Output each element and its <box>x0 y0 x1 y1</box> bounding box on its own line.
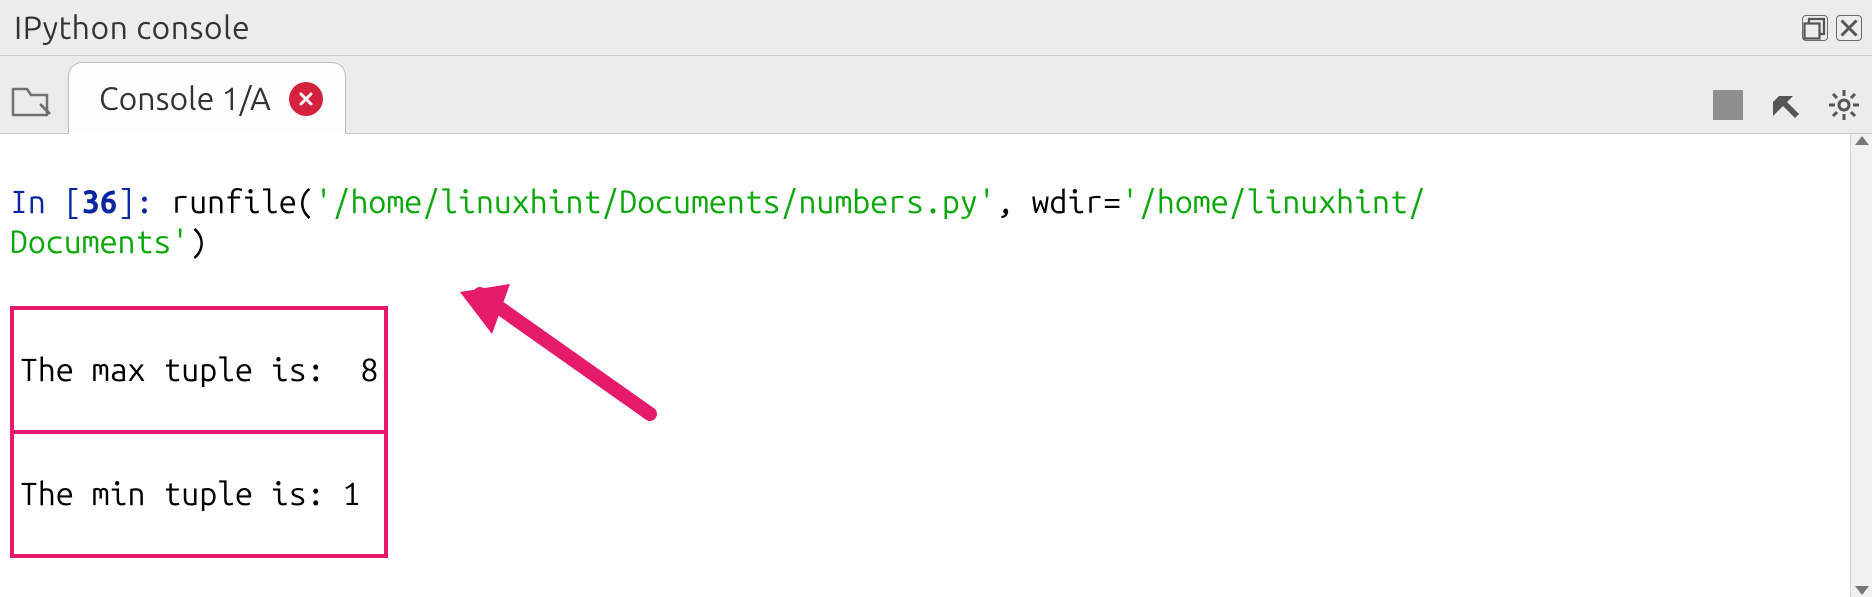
vertical-scrollbar[interactable] <box>1850 134 1872 597</box>
panel-title-bar: IPython console <box>0 0 1872 56</box>
scroll-down-icon[interactable] <box>1855 586 1869 595</box>
close-panel-icon[interactable] <box>1836 15 1862 41</box>
restore-window-icon[interactable] <box>1802 15 1828 41</box>
panel-title: IPython console <box>14 10 250 46</box>
options-gear-icon[interactable] <box>1826 87 1862 123</box>
tab-bar: Console 1/A <box>0 56 1872 134</box>
browse-tabs-icon[interactable] <box>6 77 56 127</box>
input-line-36: In [36]: runfile('/home/linuxhint/Docume… <box>10 182 1862 262</box>
clear-console-icon[interactable] <box>1768 87 1804 123</box>
window-controls <box>1802 15 1862 41</box>
output-line-1: The max tuple is: 8 <box>20 350 378 390</box>
tab-label: Console 1/A <box>99 81 271 117</box>
ipython-console-panel: IPython console Console 1/A <box>0 0 1872 597</box>
output-line-2: The min tuple is: 1 <box>20 474 378 514</box>
close-tab-icon[interactable] <box>289 82 323 116</box>
console-output-area[interactable]: In [36]: runfile('/home/linuxhint/Docume… <box>0 134 1872 597</box>
highlighted-output-box: The max tuple is: 8 The min tuple is: 1 <box>10 306 388 558</box>
console-tab[interactable]: Console 1/A <box>68 62 346 134</box>
console-toolbar <box>1710 87 1862 123</box>
stop-kernel-icon[interactable] <box>1710 87 1746 123</box>
scroll-up-icon[interactable] <box>1855 136 1869 145</box>
